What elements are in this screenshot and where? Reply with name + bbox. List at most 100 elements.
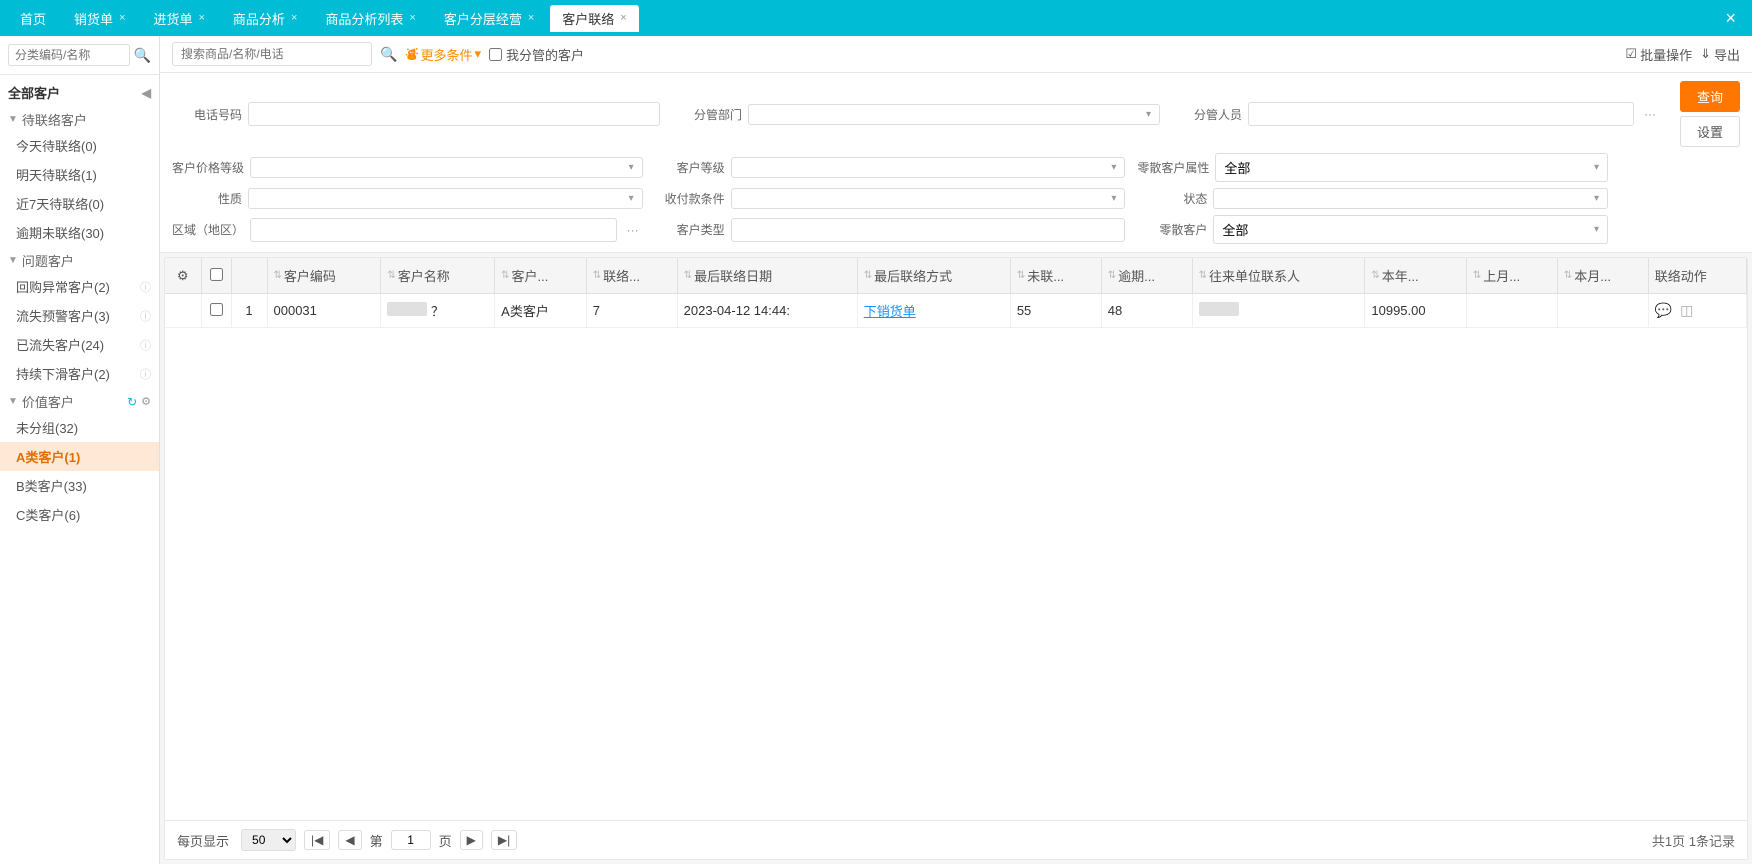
page-number-input[interactable] [391,830,431,850]
nav-sales[interactable]: 销货单 × [62,5,137,32]
nav-product-analysis-list-close[interactable]: × [409,12,415,24]
region-input[interactable] [250,218,617,242]
sidebar-item-tomorrow-pending[interactable]: 明天待联络(1) [0,160,159,189]
table-header: ⚙ ⇅ 客户编码 [165,258,1747,294]
sidebar-search-icon[interactable]: 🔍 [134,47,151,64]
name-gray-block [387,302,427,316]
qrcode-action-icon[interactable]: ◫ [1680,302,1693,319]
first-page-button[interactable]: |◀ [304,830,330,850]
nav-purchase-close[interactable]: × [198,12,204,24]
th-contacts-person[interactable]: ⇅ 往来单位联系人 [1192,258,1365,294]
status-select[interactable]: ▾ [1213,188,1608,209]
group-pending-contact[interactable]: ▼ 待联络客户 [0,106,159,131]
filter-field-phone: 电话号码 [172,102,660,126]
query-button[interactable]: 查询 [1680,81,1740,112]
price-level-select[interactable]: ▾ [250,157,643,178]
th-not-contacted[interactable]: ⇅ 未联... [1010,258,1101,294]
sort-icon-lcd: ⇅ [684,270,692,281]
region-dots[interactable]: ··· [623,223,643,237]
customer-type-input[interactable] [731,218,1126,242]
retail-attr-select[interactable]: 全部 ▾ [1215,153,1608,182]
sidebar-item-ungrouped[interactable]: 未分组(32) [0,413,159,442]
payment-select[interactable]: ▾ [731,188,1126,209]
all-customers-header[interactable]: 全部客户 ◀ [0,75,159,106]
next-page-button[interactable]: ▶ [460,830,483,850]
sidebar-item-overdue-contact[interactable]: 逾期未联络(30) [0,218,159,247]
th-last-contact-method[interactable]: ⇅ 最后联络方式 [857,258,1010,294]
retail-customer-select[interactable]: 全部 ▾ [1213,215,1608,244]
th-this-year[interactable]: ⇅ 本年... [1365,258,1467,294]
row-select-checkbox[interactable] [210,303,223,316]
nav-product-analysis-list[interactable]: 商品分析列表 × [313,5,427,32]
sidebar-item-churn-warning[interactable]: 流失预警客户(3) ⓘ [0,301,159,330]
th-settings[interactable]: ⚙ [165,258,201,294]
row-actions: 💬 ◫ [1648,294,1746,328]
row-num: 1 [231,294,267,328]
refresh-icon[interactable]: ↻ [127,395,137,409]
nav-sales-close[interactable]: × [119,12,125,24]
filter-more-conditions[interactable]: ⛇ 更多条件 ▾ [405,45,481,64]
th-name[interactable]: ⇅ 客户名称 [381,258,495,294]
sidebar-item-repurchase-anomaly[interactable]: 回购异常客户(2) ⓘ [0,272,159,301]
group-value-customers[interactable]: ▼ 价值客户 ↻ ⚙ [0,388,159,413]
nature-select[interactable]: ▾ [248,188,643,209]
nav-customer-segment[interactable]: 客户分层经营 × [432,5,546,32]
settings-icon-small[interactable]: ⚙ [141,395,151,409]
retail-customer-arrow: ▾ [1594,224,1599,235]
sidebar-collapse-btn[interactable]: ◀ [142,86,151,100]
nav-customer-contact[interactable]: 客户联络 × [550,5,638,32]
nav-home[interactable]: 首页 [8,5,58,32]
sidebar-item-b-class[interactable]: B类客户(33) [0,471,159,500]
settings-gear-icon[interactable]: ⚙ [177,268,189,283]
info-icon-repurchase[interactable]: ⓘ [140,279,151,295]
th-this-month[interactable]: ⇅ 本月... [1557,258,1648,294]
retail-attr-arrow: ▾ [1594,162,1599,173]
person-input[interactable] [1248,102,1634,126]
th-customer-type[interactable]: ⇅ 客户... [495,258,587,294]
group-problem-customers[interactable]: ▼ 问题客户 [0,247,159,272]
nav-purchase[interactable]: 进货单 × [141,5,216,32]
info-icon-declining[interactable]: ⓘ [140,366,151,382]
nav-customer-segment-close[interactable]: × [528,12,534,24]
filter-search-button[interactable]: 🔍 [380,46,397,63]
export-button[interactable]: ⇓ 导出 [1700,45,1740,64]
row-checkbox[interactable] [201,294,231,328]
sidebar-item-today-pending[interactable]: 今天待联络(0) [0,131,159,160]
per-page-select[interactable]: 50 100 200 [241,829,296,851]
person-dots[interactable]: ··· [1640,107,1660,121]
filter-field-retail-attr: 零散客户属性 全部 ▾ [1137,153,1608,182]
select-all-checkbox[interactable] [210,268,223,281]
th-last-contact-date[interactable]: ⇅ 最后联络日期 [677,258,857,294]
contact-method-link[interactable]: 下销货单 [864,304,916,319]
th-contact[interactable]: ⇅ 联络... [586,258,677,294]
window-close-button[interactable]: × [1717,8,1744,29]
customer-level-select[interactable]: ▾ [731,157,1126,178]
phone-input[interactable] [248,102,660,126]
my-customers-checkbox[interactable] [489,48,502,61]
sidebar-search-input[interactable] [8,44,130,66]
nav-customer-contact-close[interactable]: × [620,12,626,24]
sidebar-item-7days-pending[interactable]: 近7天待联络(0) [0,189,159,218]
settings-button[interactable]: 设置 [1680,116,1740,147]
my-customers-filter[interactable]: 我分管的客户 [489,45,584,64]
filter-search-input[interactable] [172,42,372,66]
sidebar-item-declining[interactable]: 持续下滑客户(2) ⓘ [0,359,159,388]
th-checkbox[interactable] [201,258,231,294]
chat-action-icon[interactable]: 💬 [1655,302,1672,319]
dept-select[interactable]: ▾ [748,104,1160,125]
advanced-filter-panel: 电话号码 分管部门 ▾ 分管人员 ··· 查询 设置 [160,73,1752,253]
row-last-contact-method[interactable]: 下销货单 [857,294,1010,328]
info-icon-churned[interactable]: ⓘ [140,337,151,353]
last-page-button[interactable]: ▶| [491,830,517,850]
nav-product-analysis-close[interactable]: × [291,12,297,24]
th-overdue[interactable]: ⇅ 逾期... [1101,258,1192,294]
nav-product-analysis[interactable]: 商品分析 × [221,5,309,32]
th-last-month[interactable]: ⇅ 上月... [1466,258,1557,294]
sidebar-item-a-class[interactable]: A类客户(1) [0,442,159,471]
batch-operation-button[interactable]: ☑ 批量操作 [1625,45,1692,64]
th-code[interactable]: ⇅ 客户编码 [267,258,381,294]
prev-page-button[interactable]: ◀ [338,830,361,850]
sidebar-item-churned[interactable]: 已流失客户(24) ⓘ [0,330,159,359]
info-icon-churn-warning[interactable]: ⓘ [140,308,151,324]
sidebar-item-c-class[interactable]: C类客户(6) [0,500,159,529]
